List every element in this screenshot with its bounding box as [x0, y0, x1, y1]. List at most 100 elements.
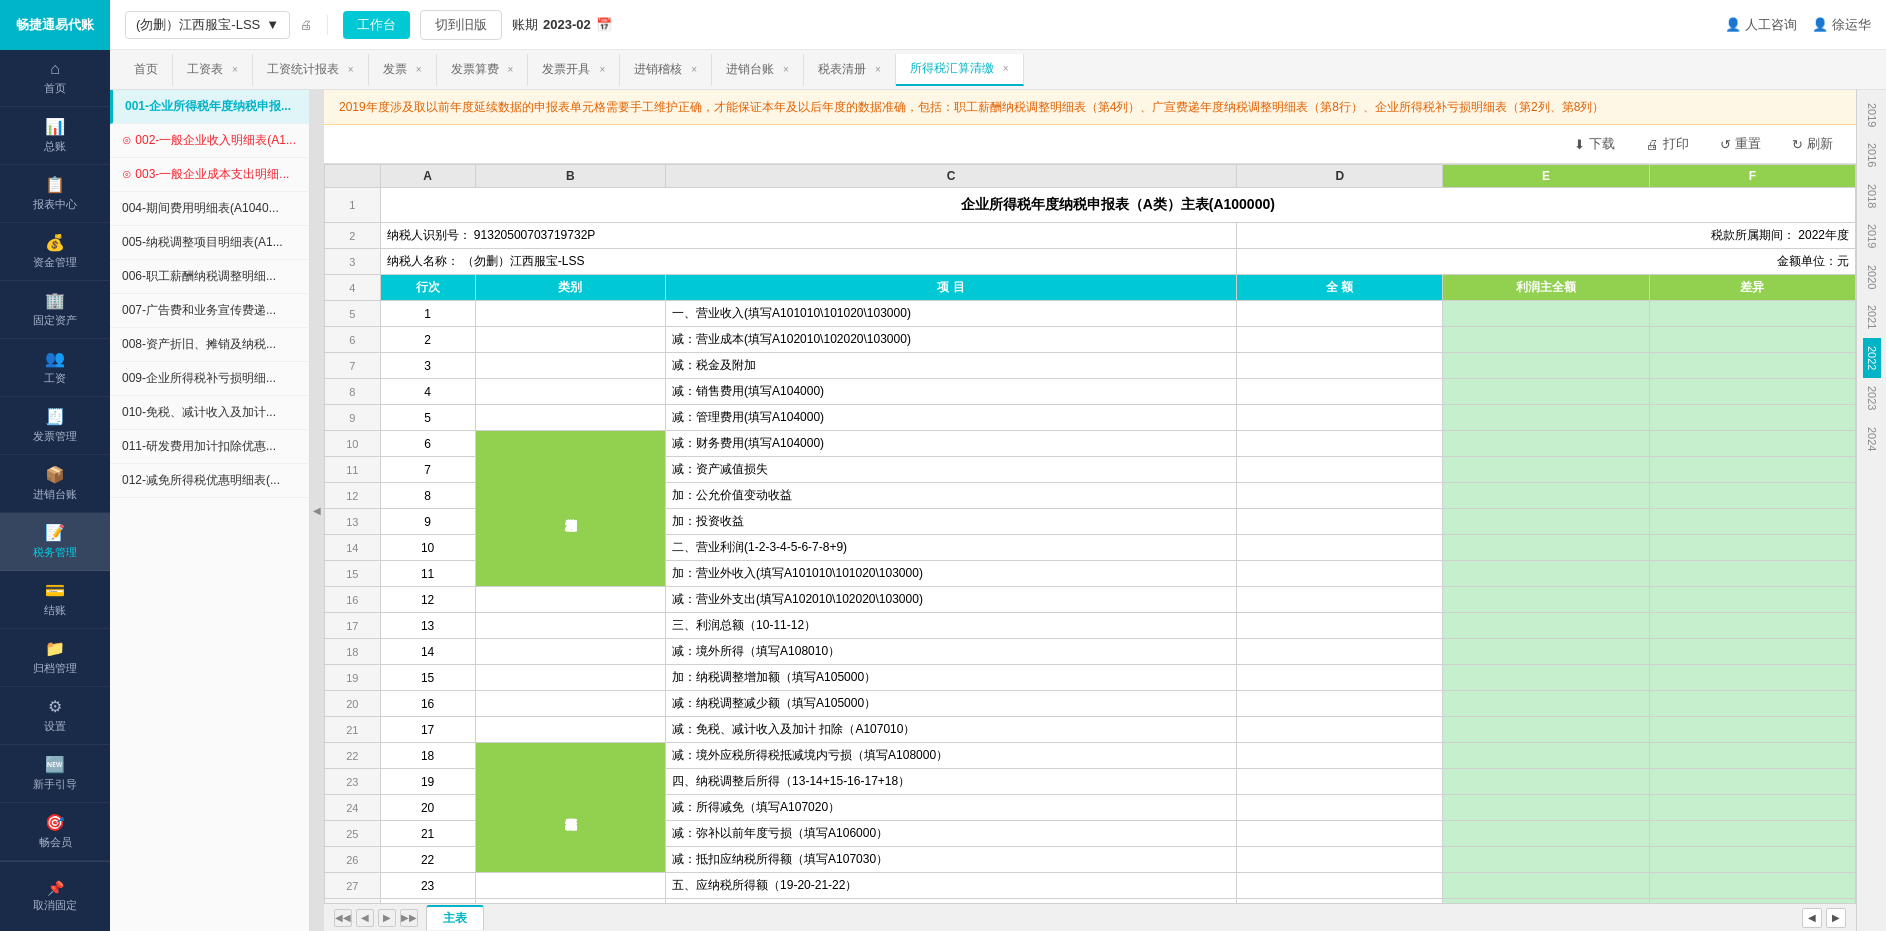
reset-button[interactable]: ↺ 重置: [1712, 131, 1769, 157]
tab-close-salary-stats[interactable]: ×: [348, 64, 354, 75]
column-header-row: 4 行次 类别 项 目 全 额 利润主全额 差异: [325, 275, 1856, 301]
tab-ledger[interactable]: 进销台账×: [712, 54, 804, 86]
tab-invoice-issue[interactable]: 发票开具×: [528, 54, 620, 86]
tab-close-audit[interactable]: ×: [691, 64, 697, 75]
sidebar-item-home[interactable]: ⌂ 首页: [0, 50, 110, 107]
tabbar: 首页 工资表× 工资统计报表× 发票× 发票算费× 发票开具× 进销稽核× 进销…: [110, 50, 1886, 90]
print-icon[interactable]: 🖨: [300, 18, 312, 32]
download-button[interactable]: ⬇ 下载: [1566, 131, 1623, 157]
tab-invoice[interactable]: 发票×: [369, 54, 437, 86]
pin-button[interactable]: 📌 取消固定: [0, 872, 110, 921]
sidebar-item-salary[interactable]: 👥 工资: [0, 339, 110, 397]
left-item-007[interactable]: 007-广告费和业务宣传费递...: [110, 294, 309, 328]
tab-salary-stats[interactable]: 工资统计报表×: [253, 54, 369, 86]
left-item-002[interactable]: ⊙ 002-一般企业收入明细表(A1...: [110, 124, 309, 158]
tab-home[interactable]: 首页: [120, 54, 173, 86]
tab-close-tax-list[interactable]: ×: [875, 64, 881, 75]
tab-close-income-tax[interactable]: ×: [1003, 63, 1009, 74]
print-button[interactable]: 🖨 打印: [1638, 131, 1697, 157]
year-item-2020[interactable]: 2020: [1866, 257, 1878, 297]
tab-close-invoice-issue[interactable]: ×: [599, 64, 605, 75]
sidebar-item-assets[interactable]: 🏢 固定资产: [0, 281, 110, 339]
download-label: 下载: [1589, 135, 1615, 153]
table-row: 10 6 利润总额计算 减：财务费用(填写A104000): [325, 431, 1856, 457]
sheet-tab-main[interactable]: 主表: [426, 905, 484, 930]
left-item-008[interactable]: 008-资产折旧、摊销及纳税...: [110, 328, 309, 362]
taxpayer-name-value: （勿删）江西服宝-LSS: [462, 254, 585, 268]
year-item-2018[interactable]: 2018: [1866, 176, 1878, 216]
sheet-nav-prev[interactable]: ◀: [356, 909, 374, 927]
year-item-2016[interactable]: 2016: [1866, 135, 1878, 175]
sidebar-item-archive[interactable]: 📁 归档管理: [0, 629, 110, 687]
sidebar-item-settings[interactable]: ⚙ 设置: [0, 687, 110, 745]
sidebar-item-label: 总账: [44, 139, 66, 154]
sheet-nav: ◀◀ ◀ ▶ ▶▶: [334, 909, 418, 927]
sidebar-item-guide[interactable]: 🆕 新手引导: [0, 745, 110, 803]
year-item-2019a[interactable]: 2019: [1866, 95, 1878, 135]
pin-label: 取消固定: [33, 898, 77, 913]
sidebar-item-invoice[interactable]: 🧾 发票管理: [0, 397, 110, 455]
tab-close-invoice[interactable]: ×: [416, 64, 422, 75]
sidebar-item-ledger[interactable]: 📊 总账: [0, 107, 110, 165]
sidebar-item-finance[interactable]: 💰 资金管理: [0, 223, 110, 281]
spreadsheet-container[interactable]: A B C D E F 1 企业所得税年度纳税申报表（A类）主表(A100000…: [324, 164, 1856, 903]
table-row: 27 23 五、应纳税所得额（19-20-21-22）: [325, 873, 1856, 899]
archive-icon: 📁: [45, 639, 65, 658]
tab-close-salary[interactable]: ×: [232, 64, 238, 75]
collapse-button[interactable]: ◀: [310, 90, 324, 931]
left-item-011[interactable]: 011-研发费用加计扣除优惠...: [110, 430, 309, 464]
left-item-001[interactable]: 001-企业所得税年度纳税申报...: [110, 90, 309, 124]
category-taxable-calc: 应纳税所得额计算: [475, 743, 665, 873]
sheet-nav-next[interactable]: ▶: [378, 909, 396, 927]
col-head-quane: 全 额: [1237, 275, 1443, 301]
refresh-icon: ↻: [1792, 137, 1803, 152]
company-selector[interactable]: (勿删）江西服宝-LSS ▼: [125, 11, 290, 39]
year-item-2019b[interactable]: 2019: [1866, 216, 1878, 256]
left-item-004[interactable]: 004-期间费用明细表(A1040...: [110, 192, 309, 226]
period-label: 账期: [512, 16, 538, 34]
user-info[interactable]: 👤 徐运华: [1812, 16, 1871, 34]
tab-income-tax[interactable]: 所得税汇算清缴×: [896, 54, 1024, 86]
app-logo: 畅捷通易代账: [0, 0, 110, 50]
workbench-button[interactable]: 工作台: [343, 11, 410, 39]
scroll-right-arrow[interactable]: ▶: [1826, 908, 1846, 928]
year-item-2023[interactable]: 2023: [1866, 378, 1878, 418]
year-item-2021[interactable]: 2021: [1866, 297, 1878, 337]
left-item-005[interactable]: 005-纳税调整项目明细表(A1...: [110, 226, 309, 260]
sidebar-item-checkout[interactable]: 💳 结账: [0, 571, 110, 629]
taxpayer-name-label: 纳税人名称：: [387, 254, 459, 268]
download-icon: ⬇: [1574, 137, 1585, 152]
tab-tax-list[interactable]: 税表清册×: [804, 54, 896, 86]
refresh-button[interactable]: ↻ 刷新: [1784, 131, 1841, 157]
tab-invoice-fee[interactable]: 发票算费×: [437, 54, 529, 86]
sidebar-item-label: 畅会员: [39, 835, 72, 850]
tab-close-invoice-fee[interactable]: ×: [508, 64, 514, 75]
sidebar-item-label: 发票管理: [33, 429, 77, 444]
assets-icon: 🏢: [45, 291, 65, 310]
left-item-010[interactable]: 010-免税、减计收入及加计...: [110, 396, 309, 430]
left-item-006[interactable]: 006-职工薪酬纳税调整明细...: [110, 260, 309, 294]
scroll-left-arrow[interactable]: ◀: [1802, 908, 1822, 928]
year-item-2022[interactable]: 2022: [1863, 338, 1881, 378]
year-item-2024[interactable]: 2024: [1866, 419, 1878, 459]
tab-audit[interactable]: 进销稽核×: [620, 54, 712, 86]
sidebar-item-reports[interactable]: 📋 报表中心: [0, 165, 110, 223]
sidebar-item-tax[interactable]: 📝 税务管理: [0, 513, 110, 571]
member-icon: 🎯: [45, 813, 65, 832]
left-item-012[interactable]: 012-减免所得税优惠明细表(...: [110, 464, 309, 498]
switch-old-button[interactable]: 切到旧版: [420, 10, 502, 40]
content-area: 001-企业所得税年度纳税申报... ⊙ 002-一般企业收入明细表(A1...…: [110, 90, 1886, 931]
left-item-003[interactable]: ⊙ 003-一般企业成本支出明细...: [110, 158, 309, 192]
sidebar-item-member[interactable]: 🎯 畅会员: [0, 803, 110, 861]
category-profit-calc: 利润总额计算: [475, 431, 665, 587]
sheet-nav-last[interactable]: ▶▶: [400, 909, 418, 927]
sheet-nav-first[interactable]: ◀◀: [334, 909, 352, 927]
left-item-009[interactable]: 009-企业所得税补亏损明细...: [110, 362, 309, 396]
tab-close-ledger[interactable]: ×: [783, 64, 789, 75]
ai-consult-button[interactable]: 👤 人工咨询: [1725, 16, 1797, 34]
col-header-c: C: [666, 165, 1237, 188]
tab-salary[interactable]: 工资表×: [173, 54, 253, 86]
taxpayer-id-value: 91320500703719732P: [474, 228, 595, 242]
sidebar-item-purchase-sales[interactable]: 📦 进销台账: [0, 455, 110, 513]
ledger-icon: 📊: [45, 117, 65, 136]
